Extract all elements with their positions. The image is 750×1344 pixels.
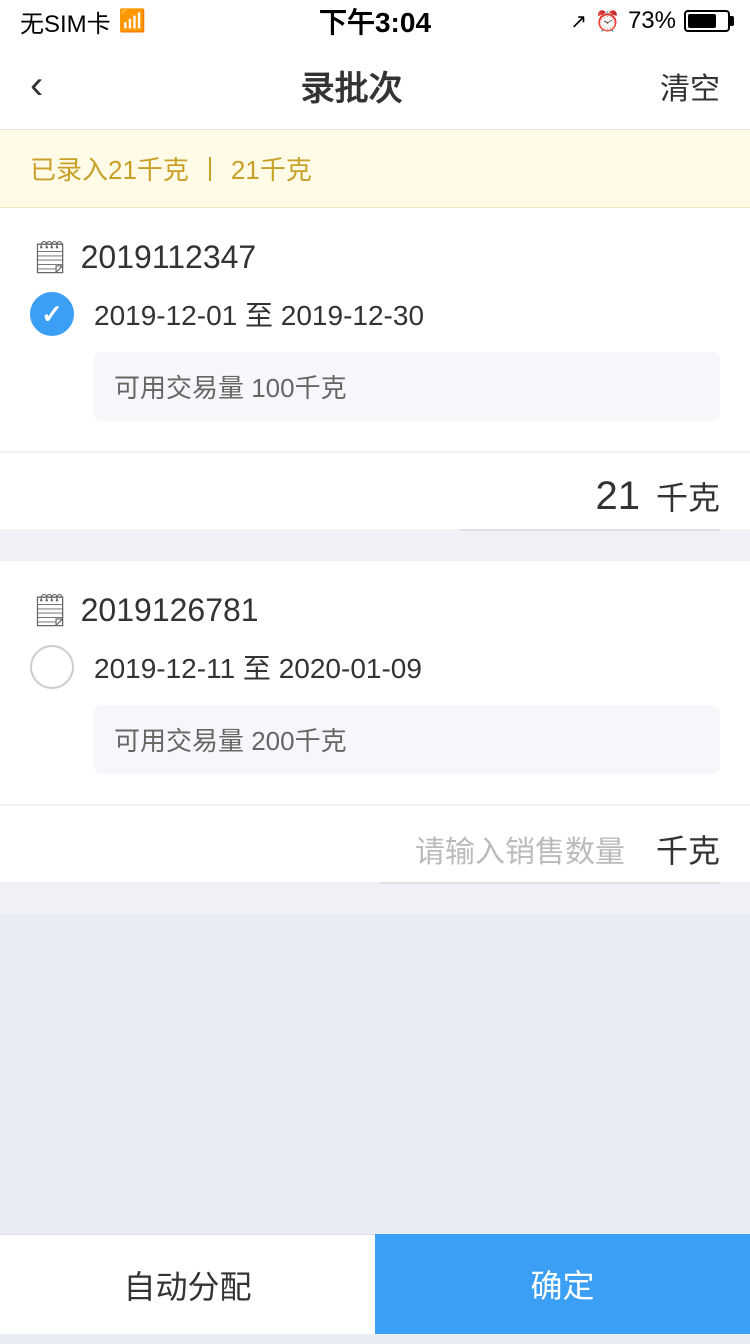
batch2-qty-input[interactable] <box>380 836 640 870</box>
carrier-text: 无SIM卡 <box>20 4 111 39</box>
batch2-input-unit: 千克 <box>656 826 720 872</box>
clear-button[interactable]: 清空 <box>660 64 720 108</box>
back-button[interactable]: ‹ <box>30 63 43 108</box>
batch1-qty-row: 21 千克 <box>0 453 750 529</box>
summary-bar: 已录入21千克 21千克 <box>0 130 750 208</box>
batch1-row[interactable]: 2019-12-01 至 2019-12-30 <box>30 292 720 336</box>
summary-label: 已录入21千克 <box>30 150 189 187</box>
batch1-header: 🗒 2019112347 <box>30 238 720 276</box>
auto-distribute-button[interactable]: 自动分配 <box>0 1234 375 1334</box>
batch1-qty-divider <box>460 529 720 531</box>
batch1-card: 🗒 2019112347 2019-12-01 至 2019-12-30 可用交… <box>0 208 750 451</box>
location-icon: ↗ <box>570 9 587 34</box>
batch1-qty-unit: 千克 <box>656 473 720 519</box>
batch2-input-divider <box>380 882 720 884</box>
batch1-avail: 可用交易量 100千克 <box>94 352 720 421</box>
battery-icon <box>684 10 730 32</box>
batch2-header: 🗒 2019126781 <box>30 591 720 629</box>
status-bar-right: ↗ ⏰ 73% <box>570 7 730 35</box>
bottom-bar: 自动分配 确定 <box>0 1234 750 1334</box>
batch1-qty-value: 21 <box>595 474 640 519</box>
batch1-date-range: 2019-12-01 至 2019-12-30 <box>94 294 424 334</box>
nav-bar: ‹ 录批次 清空 <box>0 42 750 130</box>
status-bar-time: 下午3:04 <box>319 1 431 41</box>
batch2-number: 2019126781 <box>81 592 259 629</box>
batch2-doc-icon: 🗒 <box>30 591 71 629</box>
batch2-row[interactable]: 2019-12-11 至 2020-01-09 <box>30 645 720 689</box>
batch2-date-range: 2019-12-11 至 2020-01-09 <box>94 647 422 687</box>
status-bar: 无SIM卡 📶 下午3:04 ↗ ⏰ 73% <box>0 0 750 42</box>
batch2-card: 🗒 2019126781 2019-12-11 至 2020-01-09 可用交… <box>0 561 750 804</box>
batch2-avail: 可用交易量 200千克 <box>94 705 720 774</box>
confirm-button[interactable]: 确定 <box>375 1234 750 1334</box>
status-bar-left: 无SIM卡 📶 <box>20 4 146 39</box>
battery-pct: 73% <box>628 7 676 35</box>
batch2-input-row[interactable]: 千克 <box>0 806 750 882</box>
alarm-icon: ⏰ <box>595 9 620 34</box>
batch1-radio[interactable] <box>30 292 74 336</box>
batch1-number: 2019112347 <box>81 239 257 276</box>
summary-divider <box>209 157 211 181</box>
summary-value: 21千克 <box>231 150 312 187</box>
batch1-doc-icon: 🗒 <box>30 238 71 276</box>
wifi-icon: 📶 <box>119 8 146 34</box>
batch2-radio[interactable] <box>30 645 74 689</box>
page-title: 录批次 <box>301 61 403 110</box>
